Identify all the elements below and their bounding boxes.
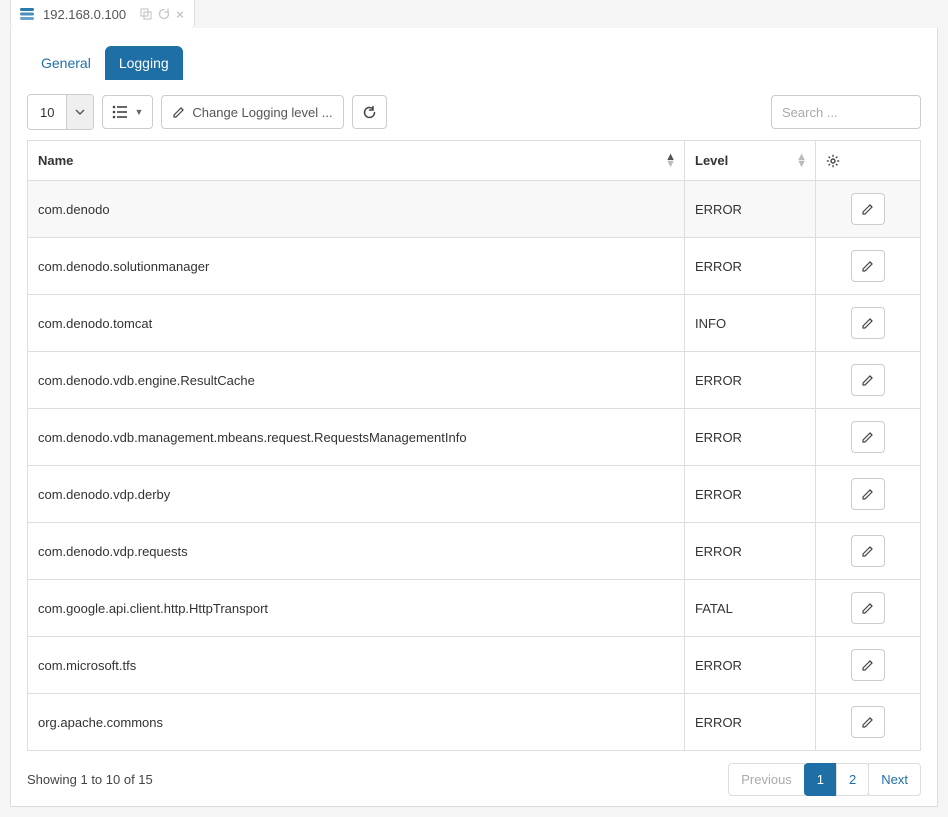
edit-row-button[interactable]	[851, 364, 885, 396]
edit-icon	[861, 715, 875, 729]
cell-actions	[816, 295, 921, 352]
column-header-name[interactable]: Name ▲▼	[28, 141, 685, 181]
table-row: com.google.api.client.http.HttpTransport…	[28, 580, 921, 637]
pagination: Previous 12 Next	[729, 763, 921, 796]
table-row: org.apache.commonsERROR	[28, 694, 921, 751]
gear-icon	[826, 154, 910, 168]
edit-icon	[172, 105, 186, 119]
page-1[interactable]: 1	[804, 763, 837, 796]
table-row: com.denodo.vdp.derbyERROR	[28, 466, 921, 523]
refresh-button[interactable]	[352, 95, 387, 129]
edit-icon	[861, 316, 875, 330]
edit-row-button[interactable]	[851, 250, 885, 282]
cell-level: ERROR	[685, 523, 816, 580]
edit-icon	[861, 373, 875, 387]
cell-level: ERROR	[685, 238, 816, 295]
page-size-value: 10	[28, 95, 66, 129]
cell-name: com.microsoft.tfs	[28, 637, 685, 694]
cell-name: com.denodo.vdp.derby	[28, 466, 685, 523]
edit-icon	[861, 430, 875, 444]
cell-actions	[816, 238, 921, 295]
cell-actions	[816, 637, 921, 694]
list-icon	[112, 105, 128, 119]
sort-icon: ▲▼	[796, 154, 807, 168]
table-row: com.denodo.vdp.requestsERROR	[28, 523, 921, 580]
page-2[interactable]: 2	[836, 763, 869, 796]
cell-actions	[816, 694, 921, 751]
cell-actions	[816, 523, 921, 580]
document-tab[interactable]: 192.168.0.100 ×	[10, 0, 195, 28]
cell-actions	[816, 580, 921, 637]
cell-actions	[816, 352, 921, 409]
table-row: com.microsoft.tfsERROR	[28, 637, 921, 694]
search-input[interactable]	[771, 95, 921, 129]
edit-row-button[interactable]	[851, 649, 885, 681]
cell-level: ERROR	[685, 466, 816, 523]
cell-name: org.apache.commons	[28, 694, 685, 751]
page-size-select[interactable]: 10	[27, 94, 94, 130]
sort-asc-icon: ▲▼	[665, 154, 676, 168]
cell-name: com.denodo	[28, 181, 685, 238]
nav-tabs: General Logging	[27, 46, 921, 80]
edit-icon	[861, 202, 875, 216]
cell-level: ERROR	[685, 409, 816, 466]
refresh-icon[interactable]	[158, 7, 170, 22]
edit-icon	[861, 658, 875, 672]
cell-actions	[816, 409, 921, 466]
copy-icon[interactable]	[140, 7, 152, 22]
columns-dropdown[interactable]: ▼	[102, 95, 153, 129]
cell-name: com.denodo.solutionmanager	[28, 238, 685, 295]
edit-row-button[interactable]	[851, 478, 885, 510]
table-row: com.denodo.solutionmanagerERROR	[28, 238, 921, 295]
cell-name: com.denodo.tomcat	[28, 295, 685, 352]
table-row: com.denodoERROR	[28, 181, 921, 238]
column-header-actions[interactable]	[816, 141, 921, 181]
cell-level: INFO	[685, 295, 816, 352]
tab-general[interactable]: General	[27, 46, 105, 80]
caret-down-icon: ▼	[134, 107, 143, 117]
cell-name: com.denodo.vdb.management.mbeans.request…	[28, 409, 685, 466]
page-previous[interactable]: Previous	[728, 763, 805, 796]
edit-row-button[interactable]	[851, 535, 885, 567]
tab-logging[interactable]: Logging	[105, 46, 183, 80]
column-header-level[interactable]: Level ▲▼	[685, 141, 816, 181]
cell-level: ERROR	[685, 352, 816, 409]
cell-name: com.denodo.vdb.engine.ResultCache	[28, 352, 685, 409]
cell-level: FATAL	[685, 580, 816, 637]
change-logging-level-button[interactable]: Change Logging level ...	[161, 95, 343, 129]
table-footer: Showing 1 to 10 of 15 Previous 12 Next	[27, 763, 921, 796]
edit-icon	[861, 487, 875, 501]
document-tab-title: 192.168.0.100	[43, 7, 126, 22]
refresh-icon	[362, 105, 377, 120]
main-panel: General Logging 10 ▼ Change Logging	[10, 28, 938, 807]
cell-name: com.google.api.client.http.HttpTransport	[28, 580, 685, 637]
cell-level: ERROR	[685, 694, 816, 751]
edit-icon	[861, 601, 875, 615]
toolbar: 10 ▼ Change Logging level ...	[27, 94, 921, 130]
edit-row-button[interactable]	[851, 706, 885, 738]
server-icon	[19, 6, 35, 22]
change-logging-level-label: Change Logging level ...	[192, 105, 332, 120]
table-info: Showing 1 to 10 of 15	[27, 772, 153, 787]
edit-row-button[interactable]	[851, 592, 885, 624]
loggers-table: Name ▲▼ Level ▲▼ com.denodoERRORcom.deno…	[27, 140, 921, 751]
cell-name: com.denodo.vdp.requests	[28, 523, 685, 580]
edit-row-button[interactable]	[851, 193, 885, 225]
chevron-down-icon	[66, 95, 93, 129]
table-row: com.denodo.vdb.engine.ResultCacheERROR	[28, 352, 921, 409]
cell-actions	[816, 466, 921, 523]
edit-row-button[interactable]	[851, 307, 885, 339]
cell-level: ERROR	[685, 637, 816, 694]
table-row: com.denodo.tomcatINFO	[28, 295, 921, 352]
cell-actions	[816, 181, 921, 238]
edit-icon	[861, 544, 875, 558]
edit-row-button[interactable]	[851, 421, 885, 453]
page-next[interactable]: Next	[868, 763, 921, 796]
edit-icon	[861, 259, 875, 273]
table-row: com.denodo.vdb.management.mbeans.request…	[28, 409, 921, 466]
close-icon[interactable]: ×	[176, 7, 184, 22]
cell-level: ERROR	[685, 181, 816, 238]
